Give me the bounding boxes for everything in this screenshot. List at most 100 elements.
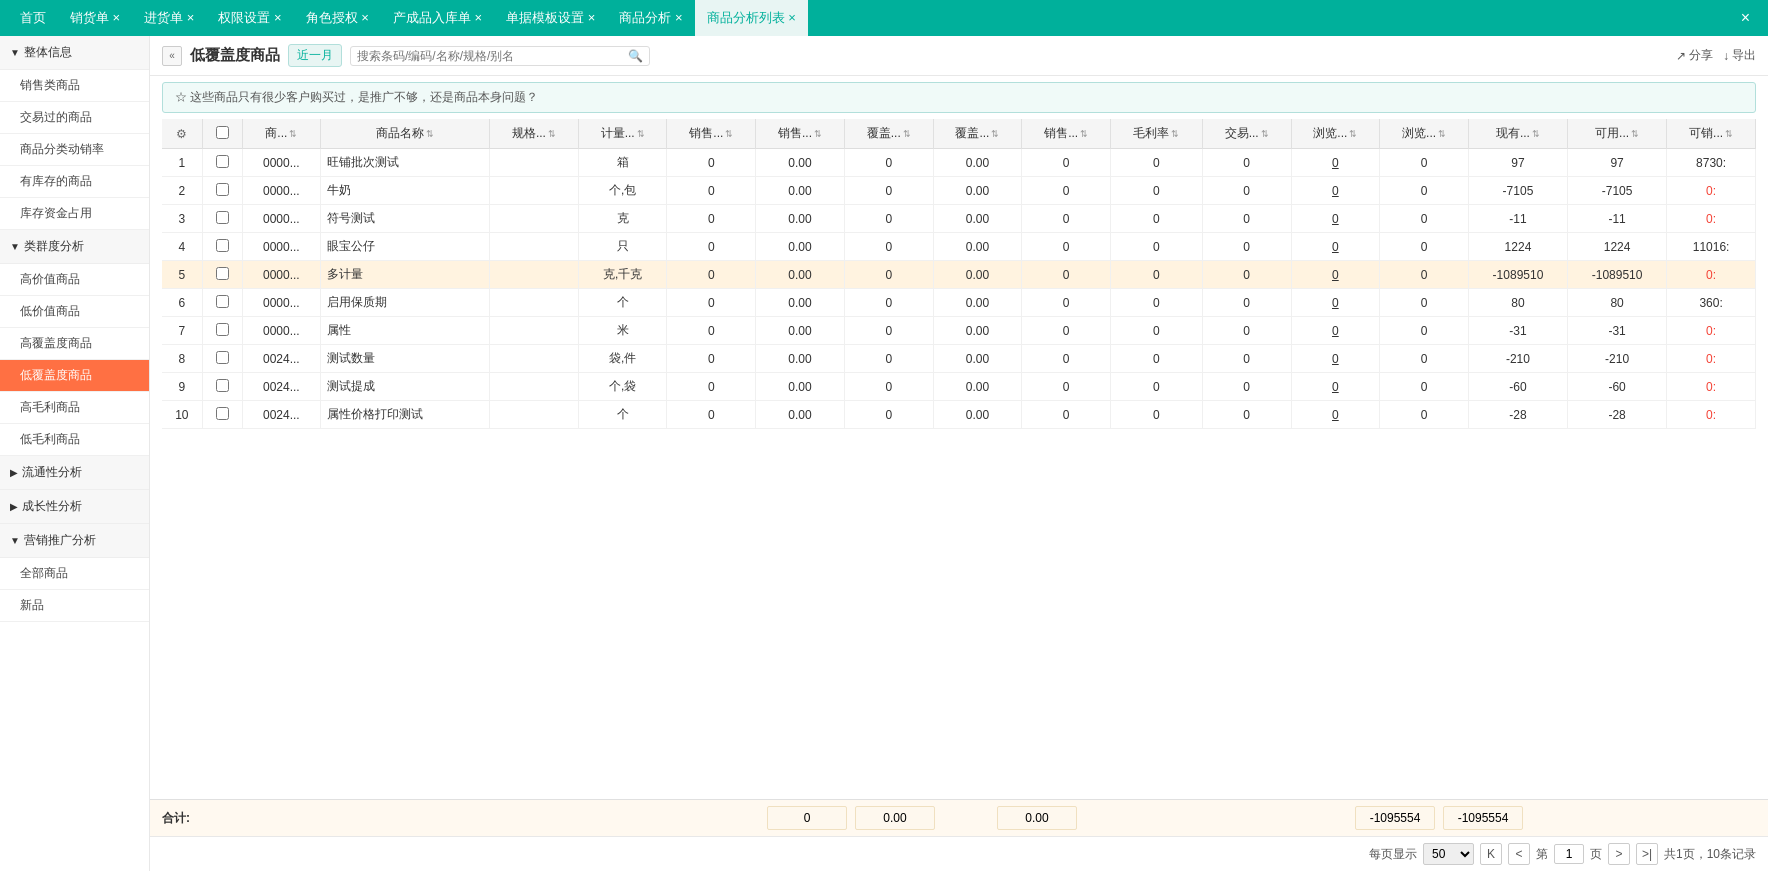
col-spec[interactable]: 规格...⇅ (490, 119, 579, 149)
col-unit[interactable]: 计量...⇅ (578, 119, 667, 149)
row-sales1: 0 (667, 261, 756, 289)
sidebar-item-all-goods[interactable]: 全部商品 (0, 558, 149, 590)
row-spec (490, 233, 579, 261)
row-checkbox[interactable] (202, 373, 242, 401)
nav-home[interactable]: 首页 (8, 0, 58, 36)
sidebar-item-sales-goods[interactable]: 销售类商品 (0, 70, 149, 102)
row-checkbox[interactable] (202, 401, 242, 429)
nav-permissions[interactable]: 权限设置 × (206, 0, 293, 36)
row-name: 牛奶 (320, 177, 490, 205)
totals-cover2: 0.00 (997, 806, 1077, 830)
page-number-input[interactable] (1554, 844, 1584, 864)
sidebar-item-high-value[interactable]: 高价值商品 (0, 264, 149, 296)
row-browse1[interactable]: 0 (1291, 401, 1380, 429)
nav-roles[interactable]: 角色授权 × (294, 0, 381, 36)
nav-sales[interactable]: 销货单 × (58, 0, 132, 36)
sort-icon: ⇅ (548, 129, 556, 139)
nav-product-analysis[interactable]: 商品分析 × (607, 0, 694, 36)
col-stock2[interactable]: 可用...⇅ (1568, 119, 1667, 149)
export-button[interactable]: ↓ 导出 (1723, 47, 1756, 64)
share-button[interactable]: ↗ 分享 (1676, 47, 1713, 64)
sidebar-item-traded-goods[interactable]: 交易过的商品 (0, 102, 149, 134)
sidebar-item-category-rate[interactable]: 商品分类动销率 (0, 134, 149, 166)
row-sales2: 0.00 (756, 261, 845, 289)
row-stock1: -28 (1468, 401, 1567, 429)
close-all-button[interactable]: × (1731, 0, 1760, 36)
col-cover1[interactable]: 覆盖...⇅ (844, 119, 933, 149)
per-page-select[interactable]: 20 50 100 (1423, 843, 1474, 865)
row-unit: 米 (578, 317, 667, 345)
col-name[interactable]: 商品名称⇅ (320, 119, 490, 149)
row-browse1[interactable]: 0 (1291, 149, 1380, 177)
nav-template-settings[interactable]: 单据模板设置 × (494, 0, 607, 36)
row-sales2: 0.00 (756, 289, 845, 317)
prev-page-button[interactable]: < (1508, 843, 1530, 865)
col-checkbox[interactable] (202, 119, 242, 149)
row-browse1[interactable]: 0 (1291, 289, 1380, 317)
col-sales1[interactable]: 销售...⇅ (667, 119, 756, 149)
sidebar-item-in-stock[interactable]: 有库存的商品 (0, 166, 149, 198)
col-browse2[interactable]: 浏览...⇅ (1380, 119, 1469, 149)
collapse-sidebar-button[interactable]: « (162, 46, 182, 66)
sidebar-item-new-goods[interactable]: 新品 (0, 590, 149, 622)
first-page-button[interactable]: K (1480, 843, 1502, 865)
row-checkbox[interactable] (202, 261, 242, 289)
nav-product-analysis-list[interactable]: 商品分析列表 × (695, 0, 808, 36)
row-browse1[interactable]: 0 (1291, 205, 1380, 233)
sidebar-item-high-coverage[interactable]: 高覆盖度商品 (0, 328, 149, 360)
row-checkbox[interactable] (202, 317, 242, 345)
nav-products-in[interactable]: 产成品入库单 × (381, 0, 494, 36)
next-page-button[interactable]: > (1608, 843, 1630, 865)
totals-label: 合计: (162, 810, 190, 827)
row-sales3: 0 (1022, 345, 1111, 373)
col-trade[interactable]: 交易...⇅ (1202, 119, 1291, 149)
row-browse1[interactable]: 0 (1291, 233, 1380, 261)
row-browse1[interactable]: 0 (1291, 345, 1380, 373)
row-checkbox[interactable] (202, 149, 242, 177)
row-checkbox[interactable] (202, 177, 242, 205)
row-checkbox[interactable] (202, 205, 242, 233)
col-browse1[interactable]: 浏览...⇅ (1291, 119, 1380, 149)
sidebar-section-overview[interactable]: ▼ 整体信息 (0, 36, 149, 70)
sidebar-section-circulation[interactable]: ▶ 流通性分析 (0, 456, 149, 490)
row-checkbox[interactable] (202, 289, 242, 317)
col-cover2[interactable]: 覆盖...⇅ (933, 119, 1022, 149)
sidebar-section-marketing[interactable]: ▼ 营销推广分析 (0, 524, 149, 558)
table-wrapper[interactable]: ⚙ 商...⇅ 商品名称⇅ 规格...⇅ 计量...⇅ 销售...⇅ 销售...… (150, 119, 1768, 799)
select-all-checkbox[interactable] (216, 126, 229, 139)
sidebar: ▼ 整体信息 销售类商品 交易过的商品 商品分类动销率 有库存的商品 库存资金占… (0, 36, 150, 871)
row-browse1[interactable]: 0 (1291, 177, 1380, 205)
col-sales2[interactable]: 销售...⇅ (756, 119, 845, 149)
row-unit: 克,千克 (578, 261, 667, 289)
table-row: 50000...多计量克,千克00.0000.0000000-1089510-1… (162, 261, 1756, 289)
sort-icon: ⇅ (1349, 129, 1357, 139)
col-sellable[interactable]: 可销...⇅ (1667, 119, 1756, 149)
search-input[interactable] (357, 49, 628, 63)
row-name: 启用保质期 (320, 289, 490, 317)
sidebar-item-high-margin[interactable]: 高毛利商品 (0, 392, 149, 424)
col-gross[interactable]: 毛利率⇅ (1111, 119, 1203, 149)
sidebar-item-low-margin[interactable]: 低毛利商品 (0, 424, 149, 456)
row-browse1[interactable]: 0 (1291, 261, 1380, 289)
sidebar-section-growth[interactable]: ▶ 成长性分析 (0, 490, 149, 524)
col-stock1[interactable]: 现有...⇅ (1468, 119, 1567, 149)
last-page-button[interactable]: >| (1636, 843, 1658, 865)
row-browse1[interactable]: 0 (1291, 317, 1380, 345)
settings-icon[interactable]: ⚙ (176, 127, 187, 141)
filter-period-button[interactable]: 近一月 (288, 44, 342, 67)
row-checkbox[interactable] (202, 233, 242, 261)
row-stock2: 1224 (1568, 233, 1667, 261)
row-checkbox[interactable] (202, 345, 242, 373)
sidebar-item-low-value[interactable]: 低价值商品 (0, 296, 149, 328)
row-browse1[interactable]: 0 (1291, 373, 1380, 401)
nav-purchase[interactable]: 进货单 × (132, 0, 206, 36)
col-sales3[interactable]: 销售...⇅ (1022, 119, 1111, 149)
sidebar-item-low-coverage[interactable]: 低覆盖度商品 (0, 360, 149, 392)
col-code[interactable]: 商...⇅ (243, 119, 320, 149)
col-settings[interactable]: ⚙ (162, 119, 202, 149)
row-code: 0000... (243, 177, 320, 205)
sidebar-section-cluster[interactable]: ▼ 类群度分析 (0, 230, 149, 264)
row-cover2: 0.00 (933, 205, 1022, 233)
sidebar-item-stock-capital[interactable]: 库存资金占用 (0, 198, 149, 230)
table-row: 80024...测试数量袋,件00.0000.0000000-210-2100: (162, 345, 1756, 373)
